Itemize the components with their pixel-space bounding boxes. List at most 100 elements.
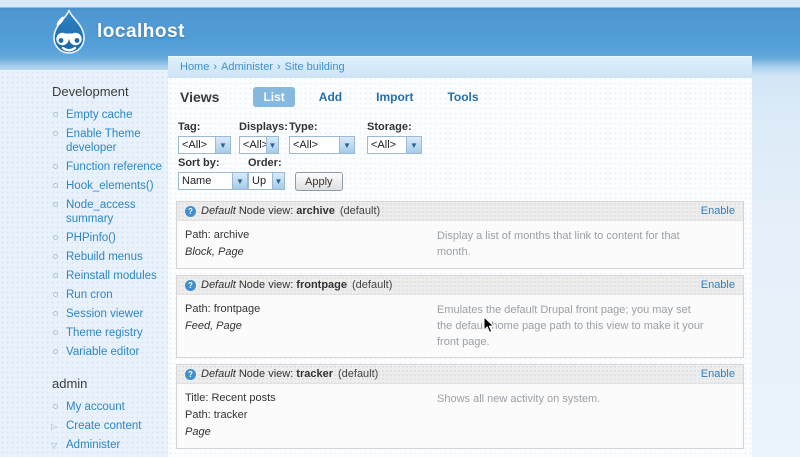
tag-filter-select[interactable]: <All> ▼ — [178, 136, 231, 154]
sidebar-item-label[interactable]: Variable editor — [66, 346, 139, 358]
views-list: ? Default Node view: archive (default) E… — [176, 201, 744, 449]
circle-bullet-icon — [53, 183, 58, 188]
view-row-tracker: ? Default Node view: tracker (default) E… — [176, 364, 744, 449]
view-type: Default — [201, 368, 236, 380]
sidebar-item-label[interactable]: Session viewer — [66, 308, 143, 320]
breadcrumb-link-home[interactable]: Home — [180, 61, 209, 73]
sidebar-item-label[interactable]: Rebuild menus — [66, 251, 143, 263]
view-description: Display a list of months that link to co… — [437, 230, 680, 258]
sidebar-item-label[interactable]: Enable Theme developer — [66, 128, 141, 154]
filters-row-1: Tag: <All> ▼ Displays: <All> ▼ Type: <Al… — [178, 121, 740, 154]
sidebar-item-theme-registry[interactable]: Theme registry — [53, 326, 162, 340]
view-kind: Node view: — [238, 279, 294, 291]
title-tabs-row: Views List Add Import Tools — [180, 87, 740, 107]
sidebar-item-label[interactable]: My account — [66, 401, 125, 413]
sidebar-item-label[interactable]: Create content — [66, 420, 141, 432]
view-displays: Feed, Page — [185, 320, 242, 332]
sidebar-item-label[interactable]: Empty cache — [66, 109, 132, 121]
sidebar-item-node-access-summary[interactable]: Node_access summary — [53, 198, 162, 226]
view-details: Title: Recent posts Path: tracker Page — [185, 390, 437, 441]
page-title: Views — [180, 89, 220, 105]
sidebar-item-empty-cache[interactable]: Empty cache — [53, 108, 162, 122]
view-row-header: ? Default Node view: archive (default) E… — [177, 202, 743, 221]
drupal-admin-page: localhost Development Empty cache Enable… — [0, 0, 800, 457]
breadcrumb-separator: › — [276, 61, 281, 73]
sidebar-item-label[interactable]: Function reference — [66, 161, 162, 173]
tag-filter-label: Tag: — [178, 121, 201, 133]
sidebar-item-create-content[interactable]: ▷ Create content — [51, 419, 162, 434]
triangle-expanded-icon[interactable]: ▽ — [51, 439, 57, 453]
sidebar-item-administer[interactable]: ▽Administer ▷Content management — [51, 438, 162, 457]
chevron-down-icon: ▼ — [406, 137, 421, 153]
tab-import[interactable]: Import — [366, 87, 423, 107]
view-description: Shows all new activity on system. — [437, 393, 601, 405]
sidebar-item-rebuild-menus[interactable]: Rebuild menus — [53, 250, 162, 264]
view-title: Title: Recent posts — [185, 392, 276, 404]
help-icon[interactable]: ? — [185, 279, 196, 291]
storage-filter-label: Storage: — [367, 121, 412, 133]
enable-link[interactable]: Enable — [701, 205, 735, 217]
view-kind: Node view: — [238, 368, 294, 380]
circle-bullet-icon — [53, 112, 58, 117]
druplicon-logo — [53, 9, 85, 54]
main-content: Home › Administer › Site building Views List… — [168, 56, 752, 457]
view-displays: Block, Page — [185, 246, 244, 258]
view-type: Default — [201, 205, 236, 217]
help-icon[interactable]: ? — [185, 205, 196, 217]
storage-filter-select[interactable]: <All> ▼ — [367, 136, 422, 154]
sidebar-item-my-account[interactable]: My account — [53, 400, 162, 414]
view-details: Path: archive Block, Page — [185, 227, 437, 261]
circle-bullet-icon — [53, 254, 58, 259]
view-suffix: (default) — [352, 279, 393, 291]
sidebar-menu-admin: My account ▷ Create content ▽ Administer ▷… — [51, 400, 162, 457]
view-path: Path: frontpage — [185, 303, 261, 315]
help-icon[interactable]: ? — [185, 368, 196, 380]
sidebar-item-reinstall-modules[interactable]: Reinstall modules — [53, 269, 162, 283]
sidebar-item-label[interactable]: Run cron — [66, 289, 113, 301]
sidebar-item-hook-elements[interactable]: Hook_elements() — [53, 179, 162, 193]
sidebar-item-run-cron[interactable]: Run cron — [53, 288, 162, 302]
sidebar-item-label[interactable]: Hook_elements() — [66, 180, 154, 192]
triangle-collapsed-icon[interactable]: ▷ — [51, 420, 57, 434]
enable-link[interactable]: Enable — [701, 368, 735, 380]
sidebar-item-phpinfo[interactable]: PHPinfo() — [53, 231, 162, 245]
breadcrumb-link-site-building[interactable]: Site building — [285, 61, 345, 73]
order-value: Up — [252, 175, 267, 187]
tab-list[interactable]: List — [253, 87, 295, 107]
apply-button[interactable]: Apply — [295, 172, 343, 191]
view-details: Path: frontpage Feed, Page — [185, 301, 437, 350]
sidebar-item-label[interactable]: Administer — [66, 439, 120, 451]
sidebar-item-variable-editor[interactable]: Variable editor — [53, 345, 162, 359]
sidebar-item-function-reference[interactable]: Function reference — [53, 160, 162, 174]
view-description: Emulates the default Drupal front page; … — [437, 304, 704, 348]
sidebar-item-label[interactable]: Node_access summary — [66, 199, 136, 225]
view-kind: Node view: — [238, 205, 294, 217]
sidebar-item-enable-theme-developer[interactable]: Enable Theme developer — [53, 127, 162, 155]
type-filter-value: <All> — [293, 139, 319, 151]
view-row-header: ? Default Node view: frontpage (default)… — [177, 276, 743, 295]
view-row-body: Path: archive Block, Page Display a list… — [177, 221, 743, 268]
enable-link[interactable]: Enable — [701, 279, 735, 291]
view-row-frontpage: ? Default Node view: frontpage (default)… — [176, 275, 744, 358]
order-select[interactable]: Up ▼ — [248, 172, 285, 190]
sort-by-value: Name — [182, 175, 212, 187]
type-filter-select[interactable]: <All> ▼ — [289, 136, 355, 154]
displays-filter-select[interactable]: <All> ▼ — [239, 136, 279, 154]
sort-by-select[interactable]: Name ▼ — [178, 172, 248, 190]
sidebar-item-session-viewer[interactable]: Session viewer — [53, 307, 162, 321]
view-type: Default — [201, 279, 236, 291]
view-row-body: Path: frontpage Feed, Page Emulates the … — [177, 295, 743, 357]
sidebar-item-label[interactable]: Reinstall modules — [66, 270, 157, 282]
circle-bullet-icon — [53, 164, 58, 169]
tab-add[interactable]: Add — [309, 87, 352, 107]
circle-bullet-icon — [53, 330, 58, 335]
chevron-down-icon: ▼ — [266, 137, 278, 153]
displays-filter-value: <All> — [243, 139, 266, 151]
view-row-header: ? Default Node view: tracker (default) E… — [177, 365, 743, 384]
sidebar-item-label[interactable]: Theme registry — [66, 327, 143, 339]
sidebar-menu-development: Empty cache Enable Theme developer Funct… — [53, 108, 162, 359]
tab-tools[interactable]: Tools — [437, 87, 488, 107]
order-label: Order: — [248, 157, 282, 169]
sidebar-item-label[interactable]: PHPinfo() — [66, 232, 116, 244]
breadcrumb-link-administer[interactable]: Administer — [221, 61, 273, 73]
